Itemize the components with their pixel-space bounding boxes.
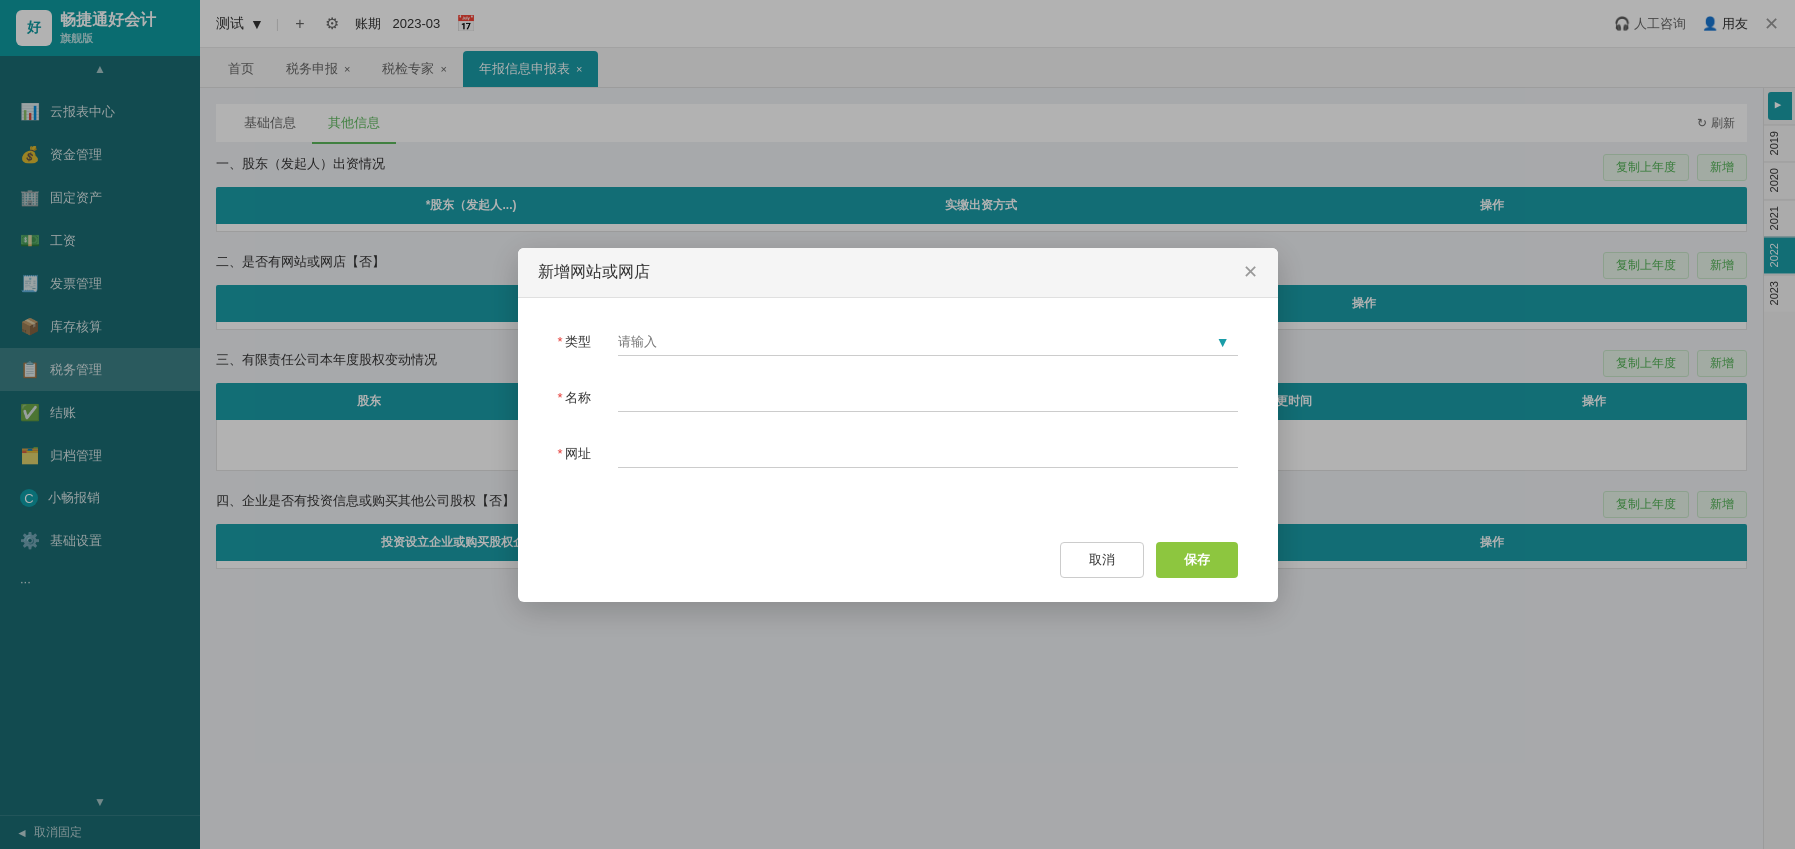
modal-footer: 取消 保存 — [518, 526, 1278, 602]
modal-add-website: 新增网站或网店 ✕ *类型 ▼ *名称 — [518, 248, 1278, 602]
form-item-name: *名称 — [558, 384, 1238, 412]
form-label-url: *网址 — [558, 445, 618, 463]
cancel-button[interactable]: 取消 — [1060, 542, 1144, 578]
form-label-type: *类型 — [558, 333, 618, 351]
type-input[interactable] — [618, 328, 1238, 356]
save-button[interactable]: 保存 — [1156, 542, 1238, 578]
modal-overlay: 新增网站或网店 ✕ *类型 ▼ *名称 — [0, 0, 1795, 849]
modal-header: 新增网站或网店 ✕ — [518, 248, 1278, 298]
form-item-type: *类型 ▼ — [558, 328, 1238, 356]
modal-title: 新增网站或网店 — [538, 262, 650, 283]
modal-body: *类型 ▼ *名称 *网址 — [518, 298, 1278, 526]
form-item-url: *网址 — [558, 440, 1238, 468]
name-input[interactable] — [618, 384, 1238, 412]
modal-close-button[interactable]: ✕ — [1243, 263, 1258, 281]
form-label-name: *名称 — [558, 389, 618, 407]
url-input[interactable] — [618, 440, 1238, 468]
